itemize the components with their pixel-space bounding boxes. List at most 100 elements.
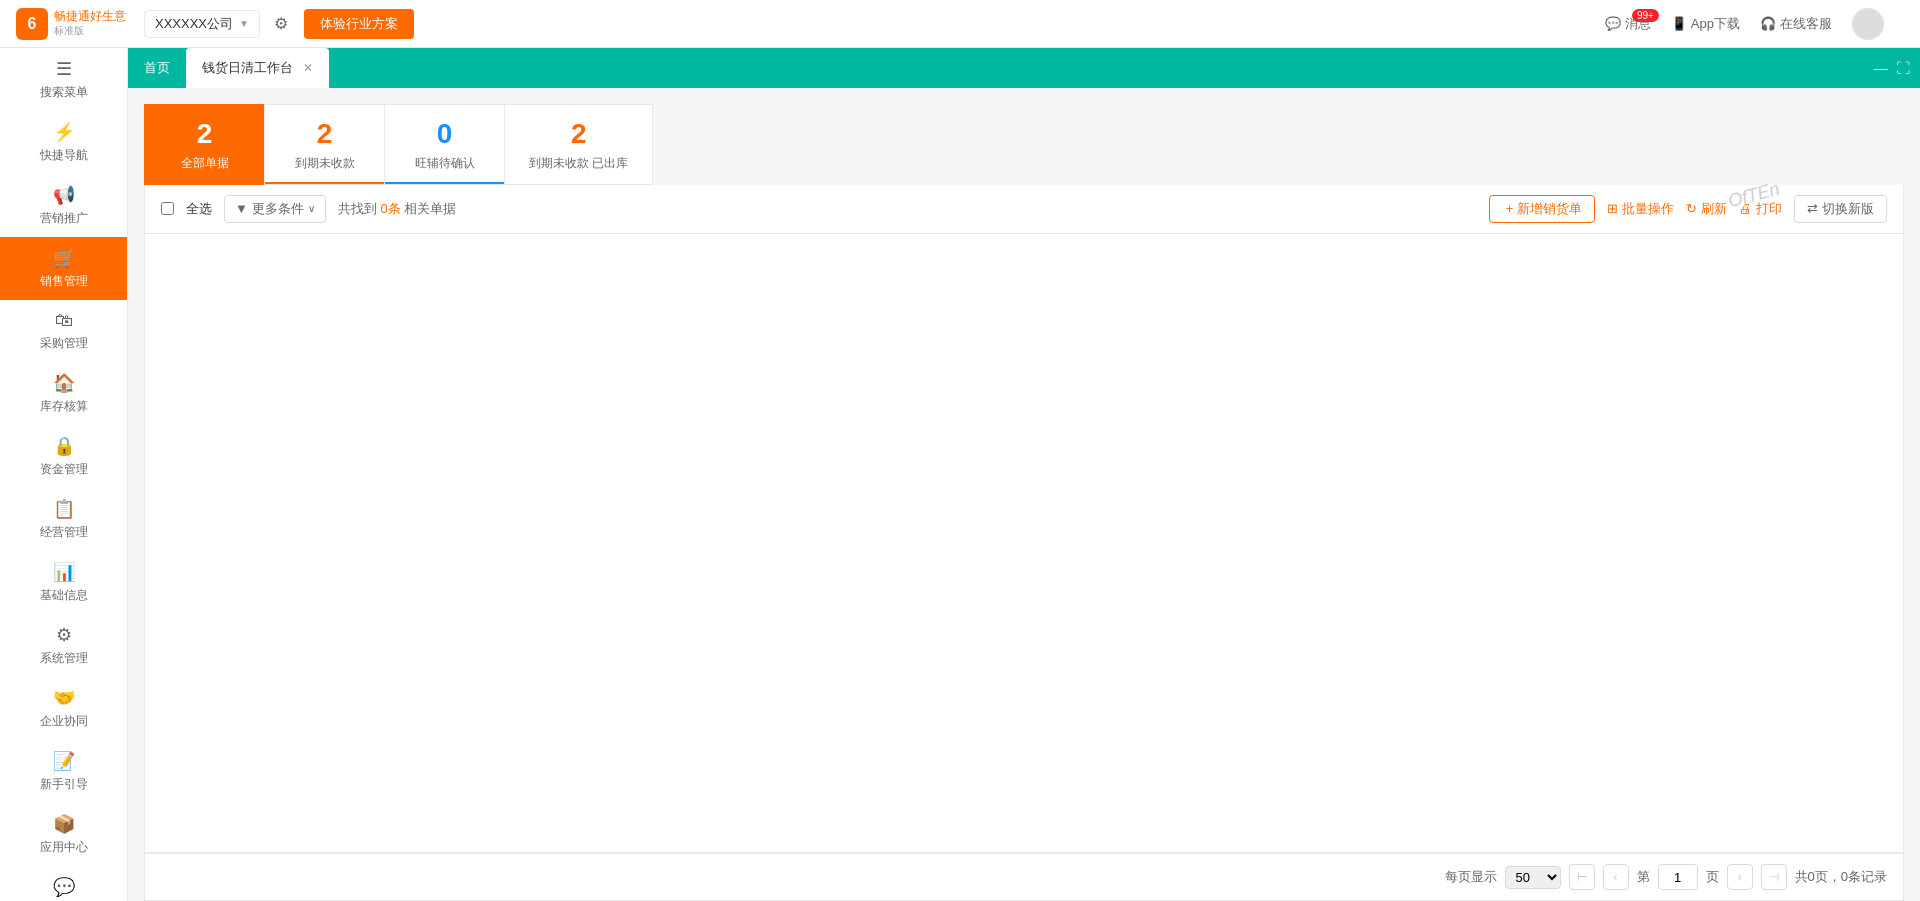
filter-button[interactable]: ▼ 更多条件 ∨ [224,195,326,223]
select-all-checkbox[interactable] [161,202,174,215]
last-page-button[interactable]: ⊣ [1761,864,1787,890]
total-text: 共0页，0条记录 [1795,868,1887,886]
refresh-button[interactable]: ↻ 刷新 [1686,200,1727,218]
stat-label-pending-confirm: 旺辅待确认 [415,155,475,172]
stat-card-overdue-unshipped[interactable]: 2 到期未收款 已出库 [504,104,653,185]
maximize-icon[interactable]: ⛶ [1896,60,1910,76]
company-selector[interactable]: XXXXXX公司 ▼ [144,10,260,38]
found-count: 0条 [381,201,401,216]
sidebar-item-newbie-guide[interactable]: 📝 新手引导 [0,740,127,803]
headset-icon: 🎧 [1760,16,1776,31]
header-right: 💬 消息 99+ 📱 App下载 🎧 在线客服 [1605,8,1904,40]
next-page-button[interactable]: › [1727,864,1753,890]
sidebar-label-app-center: 应用中心 [40,839,88,856]
sidebar-item-app-center[interactable]: 📦 应用中心 [0,803,127,866]
toolbar: 全选 ▼ 更多条件 ∨ 共找到 0条 相关单据 + 新增销货单 [144,185,1904,234]
per-page-select[interactable]: 50 100 200 [1505,866,1561,889]
purchase-icon: 🛍 [55,310,73,331]
filter-icon: ▼ [235,201,248,216]
per-page-label: 每页显示 [1445,868,1497,886]
sidebar: ☰ 搜索菜单 ⚡ 快捷导航 📢 营销推广 🛒 销售管理 🛍 采购管理 🏠 库存核… [0,48,128,901]
sidebar-item-inventory[interactable]: 🏠 库存核算 [0,362,127,425]
page-input[interactable] [1658,864,1698,890]
toolbar-right: + 新增销货单 ⊞ 批量操作 ↻ 刷新 🖨 打印 ⇄ [1489,195,1887,223]
minimize-icon[interactable]: — [1874,60,1888,76]
settings-button[interactable]: ⚙ [270,10,292,37]
switch-version-button[interactable]: ⇄ 切换新版 [1794,195,1887,223]
content-area: 首页 钱货日清工作台 ✕ — ⛶ 2 全部单据 2 [128,48,1920,901]
app-download-button[interactable]: 📱 App下载 [1671,15,1740,33]
message-badge: 99+ [1632,9,1659,22]
pagination-bar: 每页显示 50 100 200 ⊢ ‹ 第 页 › ⊣ 共0页，0条记录 [144,853,1904,901]
sidebar-label-marketing: 营销推广 [40,210,88,227]
page-label-2: 页 [1706,868,1719,886]
sidebar-label-fund-mgmt: 资金管理 [40,461,88,478]
stat-num-all: 2 [197,117,213,151]
app-center-icon: 📦 [53,813,75,835]
stat-card-pending-confirm[interactable]: 0 旺辅待确认 [384,104,504,185]
tab-cashflow[interactable]: 钱货日清工作台 ✕ [186,48,329,88]
sidebar-label-ops-mgmt: 经营管理 [40,524,88,541]
sidebar-item-fund-mgmt[interactable]: 🔒 资金管理 [0,425,127,488]
fund-icon: 🔒 [53,435,75,457]
first-page-button[interactable]: ⊢ [1569,864,1595,890]
stat-num-pending-confirm: 0 [437,117,453,151]
sidebar-label-newbie-guide: 新手引导 [40,776,88,793]
close-icon[interactable]: ✕ [303,61,313,75]
sidebar-item-corp-wechat[interactable]: 💬 企业微信 [0,866,127,901]
sidebar-item-quick-nav[interactable]: ⚡ 快捷导航 [0,111,127,174]
download-icon: 📱 [1671,16,1687,31]
app-version: 标准版 [54,24,126,38]
stat-label-all: 全部单据 [181,155,229,172]
sidebar-item-sys-mgmt[interactable]: ⚙ 系统管理 [0,614,127,677]
sidebar-item-search-menu[interactable]: ☰ 搜索菜单 [0,48,127,111]
online-service-button[interactable]: 🎧 在线客服 [1760,15,1832,33]
sidebar-label-basic-info: 基础信息 [40,587,88,604]
sidebar-label-search-menu: 搜索菜单 [40,84,88,101]
print-label: 打印 [1756,200,1782,218]
sidebar-item-sales-mgmt[interactable]: 🛒 销售管理 [0,237,127,300]
sidebar-item-marketing[interactable]: 📢 营销推广 [0,174,127,237]
try-industry-button[interactable]: 体验行业方案 [304,9,414,39]
sidebar-label-purchase-mgmt: 采购管理 [40,335,88,352]
stats-row: 2 全部单据 2 到期未收款 0 旺辅待确认 2 到期未收款 已出库 [128,88,1920,185]
select-all-label: 全选 [186,200,212,218]
prev-page-button[interactable]: ‹ [1603,864,1629,890]
filter-label: 更多条件 [252,200,304,218]
found-text: 共找到 0条 相关单据 [338,200,456,218]
sidebar-label-quick-nav: 快捷导航 [40,147,88,164]
wechat-icon: 💬 [53,876,75,898]
stat-card-overdue-unpaid[interactable]: 2 到期未收款 [264,104,384,185]
sidebar-item-purchase-mgmt[interactable]: 🛍 采购管理 [0,300,127,362]
sidebar-item-basic-info[interactable]: 📊 基础信息 [0,551,127,614]
batch-op-button[interactable]: ⊞ 批量操作 [1607,200,1674,218]
refresh-label: 刷新 [1701,200,1727,218]
basic-info-icon: 📊 [53,561,75,583]
found-suffix: 相关单据 [404,201,456,216]
app-download-label: App下载 [1691,15,1740,33]
tab-home[interactable]: 首页 [128,48,186,88]
print-button[interactable]: 🖨 打印 [1739,200,1782,218]
sidebar-item-corp-coop[interactable]: 🤝 企业协同 [0,677,127,740]
new-sale-button[interactable]: + 新增销货单 [1489,195,1595,223]
logo-icon: 6 [16,8,48,40]
sidebar-item-ops-mgmt[interactable]: 📋 经营管理 [0,488,127,551]
chevron-down-icon: ▼ [239,18,249,29]
newbie-icon: 📝 [53,750,75,772]
new-sale-label: + 新增销货单 [1506,200,1582,218]
logo-area: 6 畅捷通好生意 标准版 [16,8,144,40]
marketing-icon: 📢 [53,184,75,206]
tab-home-label: 首页 [144,59,170,77]
stat-card-all[interactable]: 2 全部单据 [144,104,264,185]
refresh-icon: ↻ [1686,201,1697,216]
message-button[interactable]: 💬 消息 99+ [1605,15,1651,33]
sys-icon: ⚙ [56,624,72,646]
sales-icon: 🛒 [53,247,75,269]
sidebar-label-sales-mgmt: 销售管理 [40,273,88,290]
avatar[interactable] [1852,8,1884,40]
batch-icon: ⊞ [1607,201,1618,216]
switch-label: 切换新版 [1822,200,1874,218]
sidebar-label-inventory: 库存核算 [40,398,88,415]
company-name: XXXXXX公司 [155,15,233,33]
page-content: 2 全部单据 2 到期未收款 0 旺辅待确认 2 到期未收款 已出库 [128,88,1920,901]
